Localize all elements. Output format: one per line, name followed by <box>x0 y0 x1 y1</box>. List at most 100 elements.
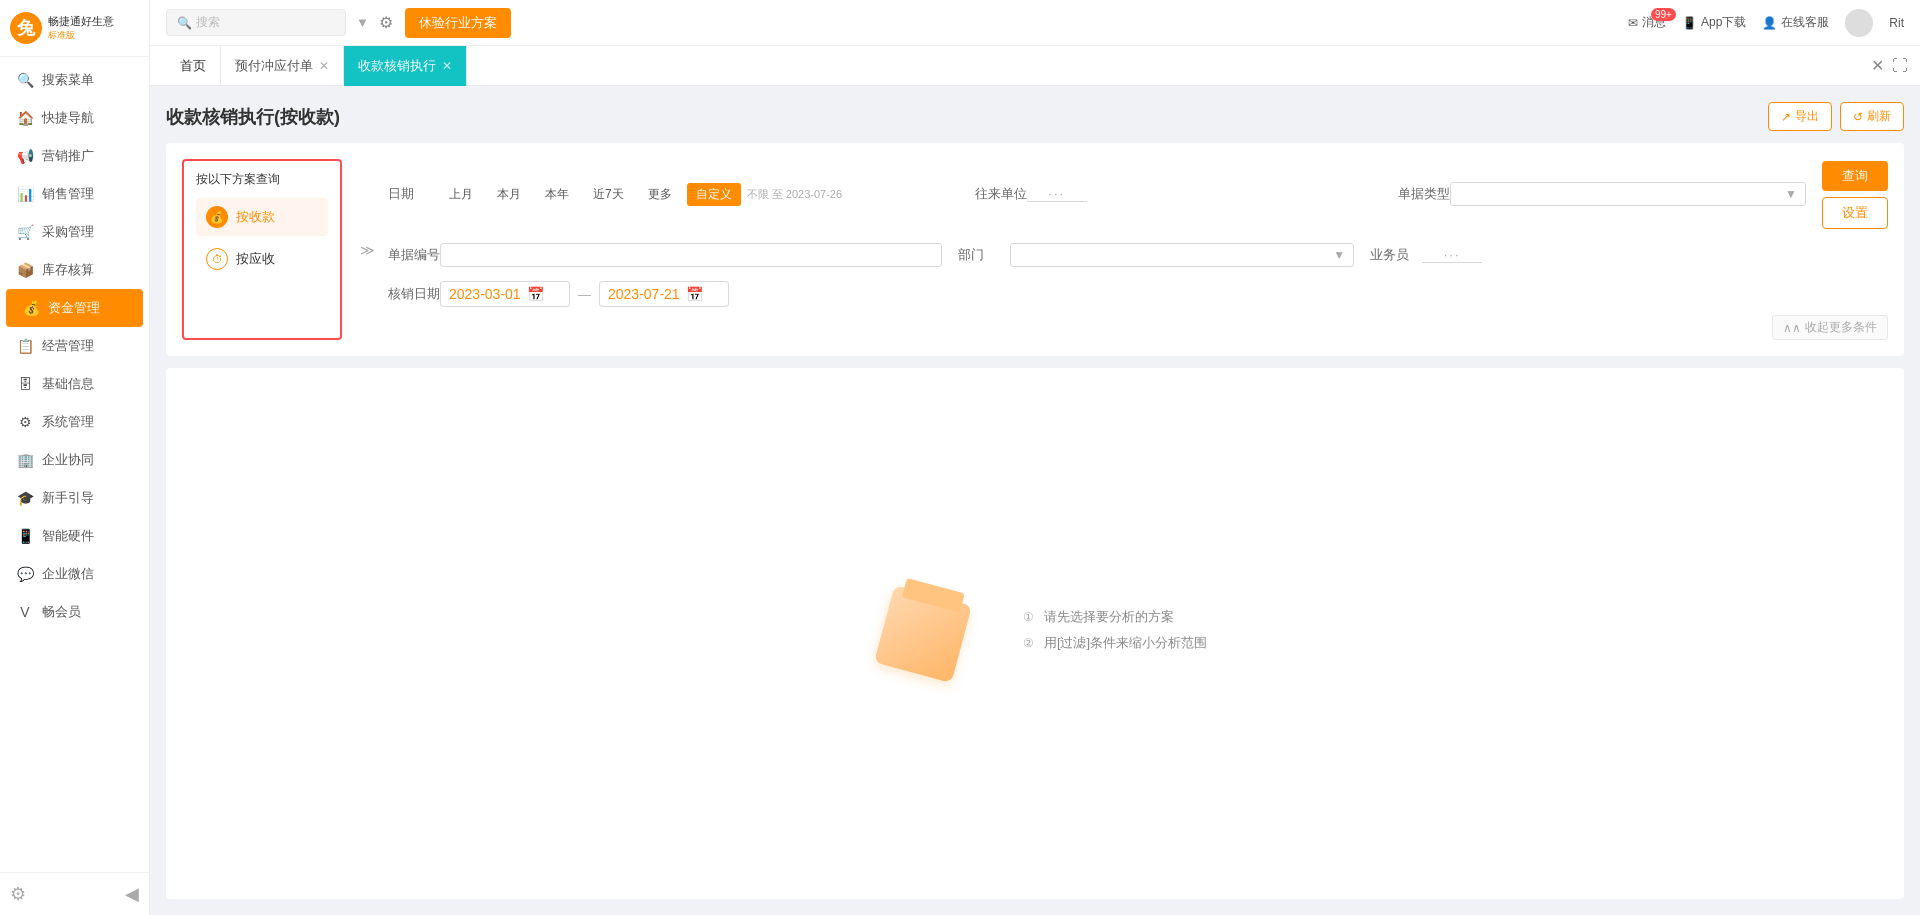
query-button[interactable]: 查询 <box>1822 161 1888 191</box>
topbar-dropdown[interactable]: ▼ <box>352 15 369 30</box>
collapse-more-conditions-row: ∧∧ 收起更多条件 <box>388 315 1888 340</box>
collapse-sidebar-icon[interactable]: ◀ <box>125 883 139 905</box>
empty-tip-1: ① 请先选择要分析的方案 <box>1023 608 1207 626</box>
chevron-down-icon-dept: ▼ <box>1333 248 1345 262</box>
filter-section: 按以下方案查询 💰 按收款 ⏱ 按应收 ≫ 日期 <box>166 143 1904 356</box>
filter-option-by-collection[interactable]: 💰 按收款 <box>196 198 328 236</box>
verify-end-value: 2023-07-21 <box>608 286 680 302</box>
member-icon: V <box>16 603 34 621</box>
message-icon: ✉ <box>1628 16 1638 30</box>
sidebar-item-finance[interactable]: 💰 资金管理 <box>6 289 143 327</box>
inventory-icon: 📦 <box>16 261 34 279</box>
app-download-button[interactable]: 📱 App下载 <box>1682 14 1746 31</box>
page-header: 收款核销执行(按收款) ↗ 导出 ↺ 刷新 <box>166 102 1904 131</box>
date-this-year[interactable]: 本年 <box>536 183 578 206</box>
collapse-more-btn[interactable]: ∧∧ 收起更多条件 <box>1772 315 1888 340</box>
filter-settings-button[interactable]: 设置 <box>1822 197 1888 229</box>
partner-input-ellipsis[interactable]: ··· <box>1027 186 1087 202</box>
sidebar-item-basic[interactable]: 🗄 基础信息 <box>0 365 149 403</box>
sidebar-item-inventory[interactable]: 📦 库存核算 <box>0 251 149 289</box>
dept-select[interactable]: ▼ <box>1010 243 1354 267</box>
calendar-end-icon[interactable]: 📅 <box>686 286 703 302</box>
sidebar-item-shortcut[interactable]: 🏠 快捷导航 <box>0 99 149 137</box>
by-receivable-label: 按应收 <box>236 250 275 268</box>
date-last-7days[interactable]: 近7天 <box>584 183 633 206</box>
home-icon: 🏠 <box>16 109 34 127</box>
sidebar-item-search[interactable]: 🔍 搜索菜单 <box>0 61 149 99</box>
doctype-label: 单据类型 <box>1398 185 1450 203</box>
verify-end-date-input[interactable]: 2023-07-21 📅 <box>599 281 729 307</box>
main-area: 🔍 搜索 ▼ ⚙ 休验行业方案 ✉ 消息 99+ 📱 App下载 👤 在线客服 <box>150 0 1920 915</box>
tab-home[interactable]: 首页 <box>166 46 221 86</box>
sidebar-item-label: 快捷导航 <box>42 109 94 127</box>
sidebar-item-label: 企业微信 <box>42 565 94 583</box>
tab-close-prepay[interactable]: ✕ <box>319 59 329 73</box>
topbar: 🔍 搜索 ▼ ⚙ 休验行业方案 ✉ 消息 99+ 📱 App下载 👤 在线客服 <box>150 0 1920 46</box>
refresh-button[interactable]: ↺ 刷新 <box>1840 102 1904 131</box>
basic-icon: 🗄 <box>16 375 34 393</box>
sidebar-item-label: 销售管理 <box>42 185 94 203</box>
logo-icon: 兔 <box>10 12 42 44</box>
date-last-month[interactable]: 上月 <box>440 183 482 206</box>
search-placeholder: 搜索 <box>196 14 220 31</box>
tab-prepay[interactable]: 预付冲应付单 ✕ <box>221 46 344 86</box>
export-button[interactable]: ↗ 导出 <box>1768 102 1832 131</box>
doctype-select[interactable]: ▼ <box>1450 182 1806 206</box>
online-service-button[interactable]: 👤 在线客服 <box>1762 14 1829 31</box>
sidebar: 兔 畅捷通好生意 标准版 🔍 搜索菜单 🏠 快捷导航 📢 营销推广 📊 销售管理… <box>0 0 150 915</box>
verify-date-range: 2023-03-01 📅 — 2023-07-21 📅 <box>440 281 729 307</box>
sidebar-item-label: 畅会员 <box>42 603 81 621</box>
filter-row-2: 单据编号 部门 ▼ 业务员 ··· <box>388 243 1888 267</box>
date-this-month[interactable]: 本月 <box>488 183 530 206</box>
search-bar[interactable]: 🔍 搜索 <box>166 9 346 36</box>
sidebar-item-member[interactable]: V 畅会员 <box>0 593 149 631</box>
sidebar-item-label: 系统管理 <box>42 413 94 431</box>
message-button[interactable]: ✉ 消息 99+ <box>1628 14 1666 31</box>
sidebar-item-sales[interactable]: 📊 销售管理 <box>0 175 149 213</box>
chevron-down-icon: ▼ <box>1785 187 1797 201</box>
date-custom-btn[interactable]: 自定义 <box>687 183 741 206</box>
search-icon-topbar: 🔍 <box>177 16 192 30</box>
calendar-start-icon[interactable]: 📅 <box>527 286 544 302</box>
gear-button[interactable]: ⚙ <box>379 13 393 32</box>
close-tab-icon[interactable]: ✕ <box>1871 56 1884 75</box>
filter-date-field: 日期 上月 本月 本年 近7天 更多 自定义 不限 至 2023-07-26 <box>388 183 959 206</box>
sidebar-item-wechat[interactable]: 💬 企业微信 <box>0 555 149 593</box>
settings-icon[interactable]: ⚙ <box>10 883 26 905</box>
by-collection-label: 按收款 <box>236 208 275 226</box>
header-actions: ↗ 导出 ↺ 刷新 <box>1768 102 1904 131</box>
tab-collection[interactable]: 收款核销执行 ✕ <box>344 46 467 86</box>
guide-icon: 🎓 <box>16 489 34 507</box>
verify-start-date-input[interactable]: 2023-03-01 📅 <box>440 281 570 307</box>
filter-collapse-toggle[interactable]: ≫ <box>358 159 376 340</box>
sidebar-item-enterprise[interactable]: 🏢 企业协同 <box>0 441 149 479</box>
logo-text-block: 畅捷通好生意 标准版 <box>48 14 114 41</box>
service-label: 在线客服 <box>1781 14 1829 31</box>
sidebar-item-operation[interactable]: 📋 经营管理 <box>0 327 149 365</box>
expand-tab-icon[interactable]: ⛶ <box>1892 57 1908 75</box>
tabbar: 首页 预付冲应付单 ✕ 收款核销执行 ✕ ✕ ⛶ <box>150 46 1920 86</box>
verifydate-label: 核销日期 <box>388 285 440 303</box>
sidebar-item-purchase[interactable]: 🛒 采购管理 <box>0 213 149 251</box>
sidebar-item-system[interactable]: ⚙ 系统管理 <box>0 403 149 441</box>
industry-solution-button[interactable]: 休验行业方案 <box>405 8 511 38</box>
date-more[interactable]: 更多 <box>639 183 681 206</box>
app-label: App下载 <box>1701 14 1746 31</box>
sidebar-nav: 🔍 搜索菜单 🏠 快捷导航 📢 营销推广 📊 销售管理 🛒 采购管理 📦 库存核… <box>0 57 149 872</box>
staff-input-ellipsis[interactable]: ··· <box>1422 247 1482 263</box>
partner-label: 往来单位 <box>975 185 1027 203</box>
empty-illustration <box>863 574 983 694</box>
tab-close-collection[interactable]: ✕ <box>442 59 452 73</box>
sidebar-item-marketing[interactable]: 📢 营销推广 <box>0 137 149 175</box>
tab-home-label: 首页 <box>180 57 206 75</box>
staff-label: 业务员 <box>1370 246 1422 264</box>
empty-text-block: ① 请先选择要分析的方案 ② 用[过滤]条件来缩小分析范围 <box>1023 608 1207 660</box>
docno-input[interactable] <box>440 243 942 267</box>
logo-area: 兔 畅捷通好生意 标准版 <box>0 0 149 57</box>
filter-option-by-receivable[interactable]: ⏱ 按应收 <box>196 240 328 278</box>
tip-num-1: ① <box>1023 610 1034 624</box>
sidebar-item-hardware[interactable]: 📱 智能硬件 <box>0 517 149 555</box>
sidebar-item-label: 采购管理 <box>42 223 94 241</box>
sidebar-item-guide[interactable]: 🎓 新手引导 <box>0 479 149 517</box>
refresh-label: 刷新 <box>1867 108 1891 125</box>
